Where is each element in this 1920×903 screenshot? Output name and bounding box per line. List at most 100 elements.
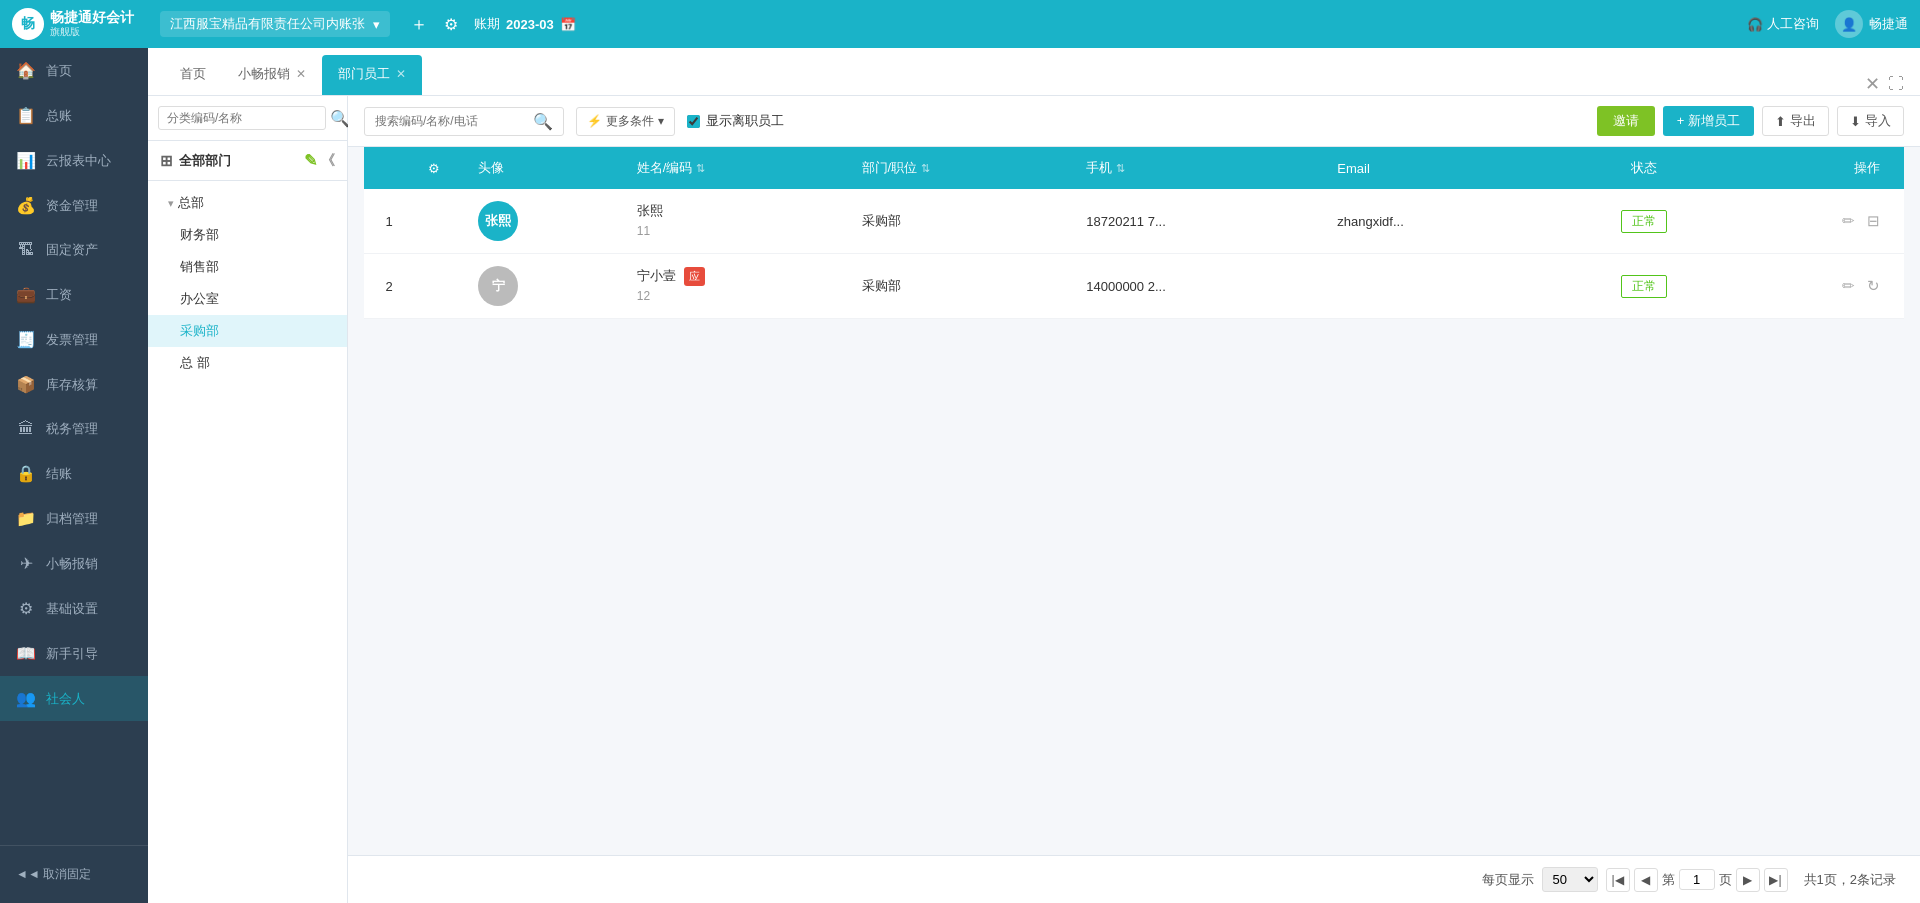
sidebar-item-expense[interactable]: ✈ 小畅报销 [0, 541, 148, 586]
page-label: 第 [1662, 871, 1675, 889]
more-conditions-button[interactable]: ⚡ 更多条件 ▾ [576, 107, 675, 136]
tab-expense-label: 小畅报销 [238, 65, 290, 83]
search-icon[interactable]: 🔍 [533, 112, 553, 131]
page-input[interactable] [1679, 869, 1715, 890]
row-1-avatar: 张熙 [464, 189, 623, 254]
export-button[interactable]: ⬆ 导出 [1762, 106, 1829, 136]
edit-icon-1[interactable]: ✏ [1842, 212, 1855, 230]
tab-expense[interactable]: 小畅报销 ✕ [222, 55, 322, 95]
per-page-select[interactable]: 50 20 100 [1542, 867, 1598, 892]
sidebar-item-fixed-assets[interactable]: 🏗 固定资产 [0, 228, 148, 272]
chevron-down-icon: ▾ [658, 114, 664, 128]
dept-tree: ▾总部 财务部 销售部 办公室 采购部 总 部 [148, 181, 347, 903]
tab-employees-close-icon[interactable]: ✕ [396, 67, 406, 81]
last-page-button[interactable]: ▶| [1764, 868, 1788, 892]
dept-node-headquarters[interactable]: ▾总部 [148, 187, 347, 219]
employee-search-input[interactable] [375, 114, 529, 128]
row-1-settings [414, 189, 464, 254]
sidebar-item-tax[interactable]: 🏛 税务管理 [0, 407, 148, 451]
row-2-actions: ✏ ↻ [1744, 254, 1904, 319]
sidebar-item-invoice[interactable]: 🧾 发票管理 [0, 317, 148, 362]
dept-search-input[interactable] [158, 106, 326, 130]
row-2-status: 正常 [1544, 254, 1744, 319]
period-label: 账期 2023-03 📅 [474, 15, 576, 33]
prev-page-button[interactable]: ◀ [1634, 868, 1658, 892]
sidebar-item-settings[interactable]: ⚙ 基础设置 [0, 586, 148, 631]
page-content: 🔍 ⊞ 全部部门 ✎ 《 ▾总部 财务部 销售部 办公室 [148, 96, 1920, 903]
next-page-button[interactable]: ▶ [1736, 868, 1760, 892]
dept-node-general[interactable]: 总 部 [148, 347, 347, 379]
pagination: 每页显示 50 20 100 |◀ ◀ 第 页 ▶ ▶| [348, 855, 1920, 903]
refresh-icon-2[interactable]: ↻ [1867, 277, 1880, 295]
dept-all-header[interactable]: ⊞ 全部部门 ✎ 《 [148, 141, 347, 181]
tab-expense-close-icon[interactable]: ✕ [296, 67, 306, 81]
sidebar-item-fund[interactable]: 💰 资金管理 [0, 183, 148, 228]
tab-home[interactable]: 首页 [164, 55, 222, 95]
sidebar-item-label: 固定资产 [46, 241, 98, 259]
fund-icon: 💰 [16, 196, 36, 215]
employee-search-box: 🔍 [364, 107, 564, 136]
filter-icon: ⚡ [587, 114, 602, 128]
show-resigned-checkbox[interactable] [687, 115, 700, 128]
main-layout: 🏠 首页 📋 总账 📊 云报表中心 💰 资金管理 🏗 固定资产 💼 工资 🧾 发… [0, 48, 1920, 903]
col-name[interactable]: 姓名/编码 ⇅ [623, 147, 848, 189]
dept-node-office[interactable]: 办公室 [148, 283, 347, 315]
settings-icon[interactable]: ⚙ [444, 15, 458, 34]
col-avatar: 头像 [464, 147, 623, 189]
row-1-name: 张熙 11 [623, 189, 848, 254]
dept-panel: 🔍 ⊞ 全部部门 ✎ 《 ▾总部 财务部 销售部 办公室 [148, 96, 348, 903]
sidebar-item-inventory[interactable]: 📦 库存核算 [0, 362, 148, 407]
col-dept[interactable]: 部门/职位 ⇅ [848, 147, 1073, 189]
sidebar-item-archive[interactable]: 📁 归档管理 [0, 496, 148, 541]
row-1-no: 1 [364, 189, 414, 254]
sidebar-item-home[interactable]: 🏠 首页 [0, 48, 148, 93]
row-1-phone: 18720211 7... [1072, 189, 1323, 254]
user-name: 畅捷通 [1869, 15, 1908, 33]
show-resigned-label[interactable]: 显示离职员工 [687, 112, 784, 130]
status-badge: 正常 [1621, 210, 1667, 233]
col-settings[interactable]: ⚙ [414, 147, 464, 189]
row-2-avatar: 宁 [464, 254, 623, 319]
table-wrapper: ⚙ 头像 姓名/编码 ⇅ 部门/职位 ⇅ [348, 147, 1920, 855]
col-settings-icon[interactable]: ⚙ [428, 161, 440, 176]
company-selector[interactable]: 江西服宝精品有限责任公司内账张 ▾ [160, 11, 390, 37]
dept-node-finance[interactable]: 财务部 [148, 219, 347, 251]
logo-text: 畅捷通好会计 [50, 9, 134, 26]
row-1-actions: ✏ ⊟ [1744, 189, 1904, 254]
tab-employees[interactable]: 部门员工 ✕ [322, 55, 422, 95]
row-1-dept: 采购部 [848, 189, 1073, 254]
dept-node-sales[interactable]: 销售部 [148, 251, 347, 283]
invite-button[interactable]: 邀请 [1597, 106, 1655, 136]
dept-node-purchasing[interactable]: 采购部 [148, 315, 347, 347]
import-button[interactable]: ⬇ 导入 [1837, 106, 1904, 136]
add-employee-button[interactable]: + 新增员工 [1663, 106, 1754, 136]
add-icon[interactable]: ＋ [410, 12, 428, 36]
edit-dept-icon[interactable]: ✎ [304, 151, 317, 170]
row-2-phone: 14000000 2... [1072, 254, 1323, 319]
import-icon: ⬇ [1850, 114, 1861, 129]
calendar-icon[interactable]: 📅 [560, 17, 576, 32]
row-2-employee-name: 宁小壹 应 [637, 266, 834, 287]
sidebar-item-label: 税务管理 [46, 420, 98, 438]
invoice-icon: 🧾 [16, 330, 36, 349]
logo-sub: 旗舰版 [50, 25, 134, 39]
sidebar-item-salary[interactable]: 💼 工资 [0, 272, 148, 317]
sidebar-item-cloud-reports[interactable]: 📊 云报表中心 [0, 138, 148, 183]
sidebar-item-label: 基础设置 [46, 600, 98, 618]
collapse-icon[interactable]: 《 [321, 152, 335, 170]
col-phone[interactable]: 手机 ⇅ [1072, 147, 1323, 189]
sidebar-item-guide[interactable]: 📖 新手引导 [0, 631, 148, 676]
sidebar-item-closing[interactable]: 🔒 结账 [0, 451, 148, 496]
sidebar-item-ledger[interactable]: 📋 总账 [0, 93, 148, 138]
row-1-status: 正常 [1544, 189, 1744, 254]
service-button[interactable]: 🎧 人工咨询 [1747, 15, 1819, 33]
user-info: 👤 畅捷通 [1835, 10, 1908, 38]
dept-search-icon[interactable]: 🔍 [330, 109, 350, 128]
edit-icon-2[interactable]: ✏ [1842, 277, 1855, 295]
tab-close-icon[interactable]: ✕ [1865, 73, 1880, 95]
first-page-button[interactable]: |◀ [1606, 868, 1630, 892]
tab-expand-icon[interactable]: ⛶ [1888, 75, 1904, 93]
logout-icon-1[interactable]: ⊟ [1867, 212, 1880, 230]
sidebar-item-employees[interactable]: 👥 社会人 [0, 676, 148, 721]
cancel-fixed-button[interactable]: ◄◄ 取消固定 [0, 856, 148, 893]
